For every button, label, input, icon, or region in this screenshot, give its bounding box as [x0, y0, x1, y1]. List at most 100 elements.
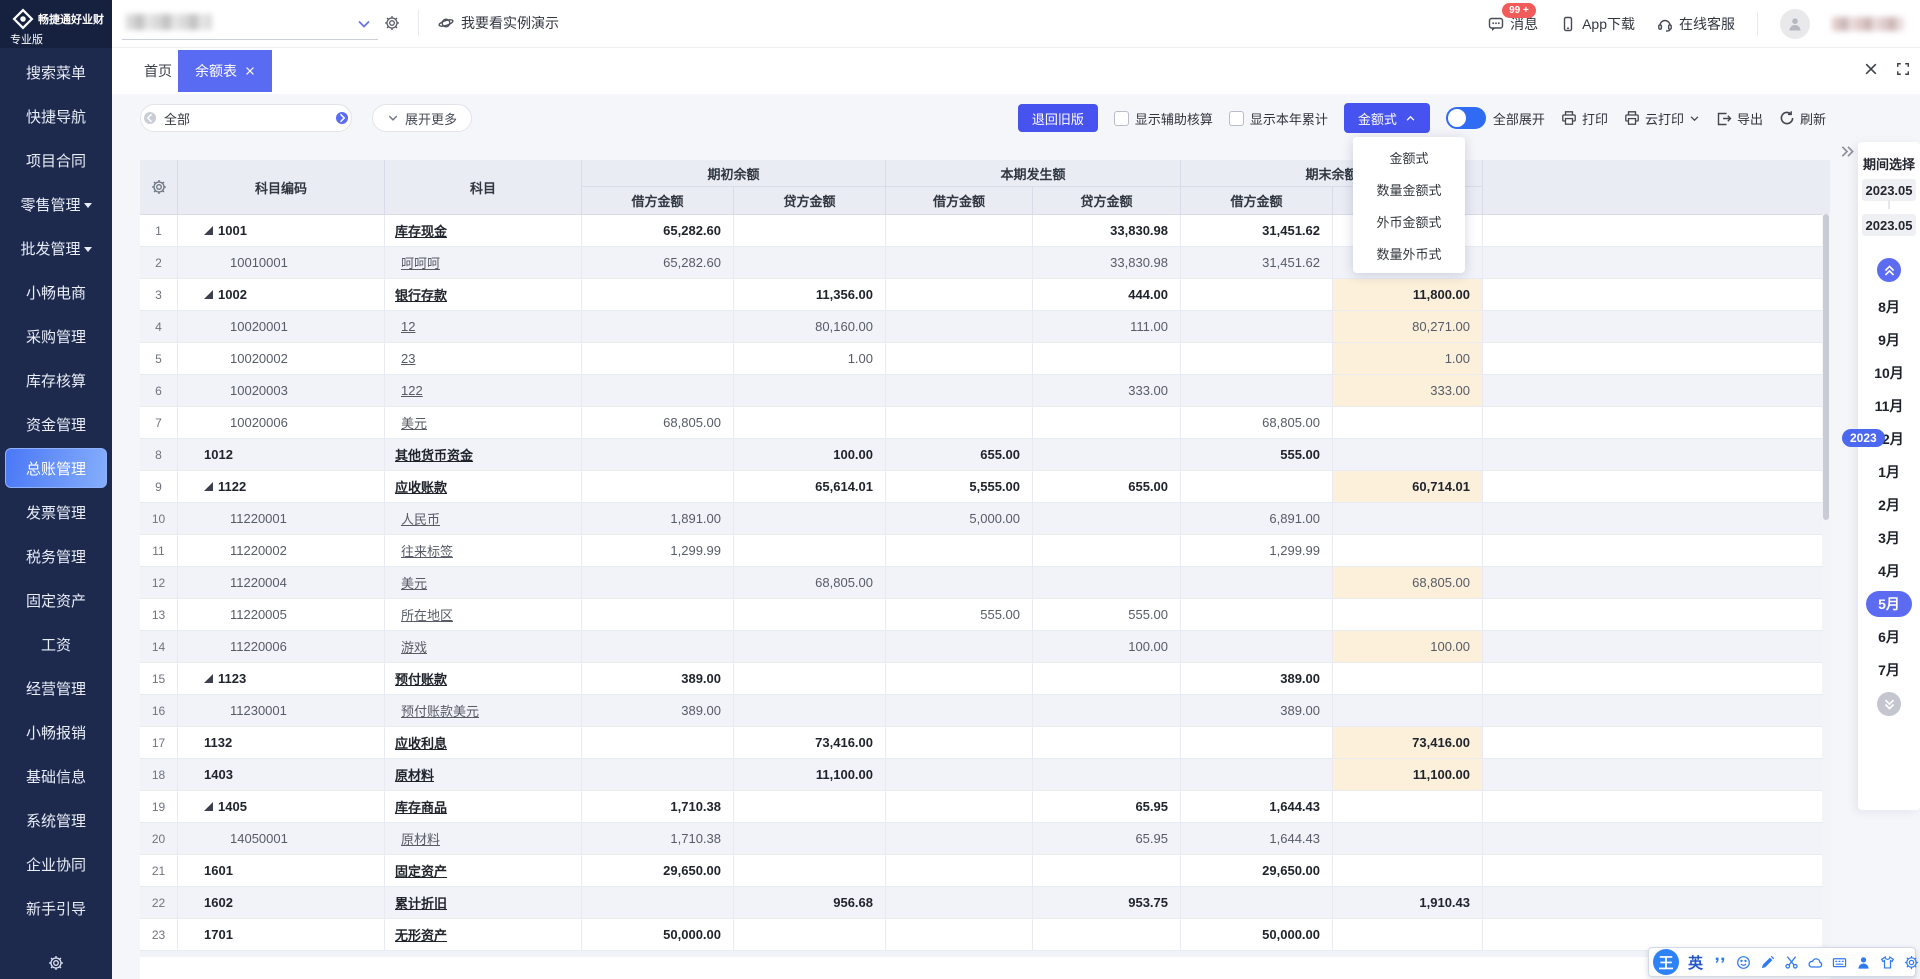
account-link[interactable]: 人民币: [401, 509, 440, 528]
company-selector[interactable]: [122, 8, 378, 40]
back-to-old-button[interactable]: 退回旧版: [1017, 104, 1098, 132]
demo-link[interactable]: 我要看实例演示: [438, 13, 559, 33]
sidebar-item-7[interactable]: 库存核算: [0, 358, 112, 402]
sidebar-item-17[interactable]: 系统管理: [0, 798, 112, 842]
checkbox-icon[interactable]: [1228, 110, 1244, 126]
account-link[interactable]: 原材料: [401, 829, 440, 848]
sidebar-item-5[interactable]: 小畅电商: [0, 270, 112, 314]
collapse-panel-icon[interactable]: [1840, 144, 1855, 159]
sidebar-item-12[interactable]: 固定资产: [0, 578, 112, 622]
account-link[interactable]: 游戏: [401, 637, 427, 656]
month-item-2月[interactable]: 2月: [1858, 488, 1920, 521]
show-ytd-checkbox[interactable]: 显示本年累计: [1228, 109, 1328, 128]
cloud-icon[interactable]: [1808, 955, 1823, 970]
format-menu-item-1[interactable]: 数量金额式: [1353, 173, 1465, 205]
close-all-icon[interactable]: [1864, 62, 1878, 76]
format-menu-item-0[interactable]: 金额式: [1353, 141, 1465, 173]
collapse-triangle-icon[interactable]: [204, 482, 213, 491]
account-link[interactable]: 无形资产: [395, 925, 447, 944]
cut-icon[interactable]: [1784, 955, 1799, 970]
settings-icon[interactable]: [1904, 955, 1919, 970]
scrollbar-thumb[interactable]: [1823, 214, 1829, 520]
scope-selector[interactable]: 全部: [140, 104, 352, 132]
period-to[interactable]: 2023.05: [1862, 214, 1916, 236]
month-item-10月[interactable]: 10月: [1858, 356, 1920, 389]
sidebar-item-13[interactable]: 工资: [0, 622, 112, 666]
ime-language-toggle[interactable]: 英: [1688, 952, 1703, 973]
handwriting-icon[interactable]: [1760, 955, 1775, 970]
format-menu-item-3[interactable]: 数量外币式: [1353, 237, 1465, 269]
account-link[interactable]: 美元: [401, 573, 427, 592]
month-item-7月[interactable]: 7月: [1858, 653, 1920, 686]
account-link[interactable]: 呵呵呵: [401, 253, 440, 272]
month-item-4月[interactable]: 4月: [1858, 554, 1920, 587]
emoji-icon[interactable]: [1736, 955, 1751, 970]
tab-close-icon[interactable]: [245, 66, 255, 76]
scroll-months-up-button[interactable]: [1877, 258, 1901, 282]
messages-button[interactable]: 消息 99 +: [1488, 3, 1538, 34]
account-link[interactable]: 其他货币资金: [395, 445, 473, 464]
account-link[interactable]: 预付账款: [395, 669, 447, 688]
sidebar-settings-gear-icon[interactable]: [0, 955, 112, 971]
sidebar-item-4[interactable]: 批发管理: [0, 226, 112, 270]
month-item-9月[interactable]: 9月: [1858, 323, 1920, 356]
sidebar-item-8[interactable]: 资金管理: [0, 402, 112, 446]
export-button[interactable]: 导出: [1716, 109, 1763, 128]
account-link[interactable]: 累计折旧: [395, 893, 447, 912]
skin-icon[interactable]: [1880, 955, 1895, 970]
account-link[interactable]: 应收利息: [395, 733, 447, 752]
account-link[interactable]: 应收账款: [395, 477, 447, 496]
sidebar-item-0[interactable]: 搜索菜单: [0, 50, 112, 94]
sidebar-item-9[interactable]: 总账管理: [5, 448, 107, 488]
toggle-switch[interactable]: [1445, 107, 1486, 129]
month-item-5月[interactable]: 5月: [1858, 587, 1920, 620]
sidebar-item-19[interactable]: 新手引导: [0, 886, 112, 930]
sidebar-item-16[interactable]: 基础信息: [0, 754, 112, 798]
sidebar-item-6[interactable]: 采购管理: [0, 314, 112, 358]
settings-gear-icon[interactable]: [384, 15, 400, 31]
collapse-triangle-icon[interactable]: [204, 290, 213, 299]
account-link[interactable]: 银行存款: [395, 285, 447, 304]
account-link[interactable]: 原材料: [395, 765, 434, 784]
expand-all-toggle[interactable]: 全部展开: [1445, 107, 1545, 129]
month-item-1月[interactable]: 1月: [1858, 455, 1920, 488]
refresh-button[interactable]: 刷新: [1779, 109, 1826, 128]
column-settings-gear-icon[interactable]: [151, 179, 167, 195]
keyboard-icon[interactable]: [1832, 955, 1847, 970]
checkbox-icon[interactable]: [1113, 110, 1129, 126]
chevron-right-icon[interactable]: [336, 112, 348, 124]
collapse-triangle-icon[interactable]: [204, 674, 213, 683]
expand-more-button[interactable]: 展开更多: [372, 104, 473, 132]
account-icon[interactable]: [1856, 955, 1871, 970]
sidebar-item-1[interactable]: 快捷导航: [0, 94, 112, 138]
month-item-11月[interactable]: 11月: [1858, 389, 1920, 422]
account-link[interactable]: 库存商品: [395, 797, 447, 816]
cloud-print-button[interactable]: 云打印: [1624, 109, 1700, 128]
sidebar-item-14[interactable]: 经营管理: [0, 666, 112, 710]
account-link[interactable]: 预付账款美元: [401, 701, 479, 720]
account-link[interactable]: 库存现金: [395, 221, 447, 240]
online-service-button[interactable]: 在线客服: [1657, 14, 1735, 34]
sidebar-item-10[interactable]: 发票管理: [0, 490, 112, 534]
fullscreen-icon[interactable]: [1896, 62, 1910, 76]
table-scrollbar[interactable]: [1822, 214, 1830, 950]
period-from[interactable]: 2023.05: [1862, 179, 1916, 201]
account-link[interactable]: 美元: [401, 413, 427, 432]
sidebar-item-3[interactable]: 零售管理: [0, 182, 112, 226]
sidebar-item-11[interactable]: 税务管理: [0, 534, 112, 578]
format-menu-item-2[interactable]: 外币金额式: [1353, 205, 1465, 237]
account-link[interactable]: 23: [401, 351, 415, 366]
collapse-triangle-icon[interactable]: [204, 802, 213, 811]
collapse-triangle-icon[interactable]: [204, 226, 213, 235]
month-item-8月[interactable]: 8月: [1858, 290, 1920, 323]
sidebar-item-18[interactable]: 企业协同: [0, 842, 112, 886]
avatar[interactable]: [1780, 9, 1810, 39]
format-dropdown-button[interactable]: 金额式: [1343, 103, 1430, 133]
month-item-6月[interactable]: 6月: [1858, 620, 1920, 653]
month-item-3月[interactable]: 3月: [1858, 521, 1920, 554]
app-download-button[interactable]: App下载: [1560, 14, 1635, 34]
account-link[interactable]: 122: [401, 383, 423, 398]
account-link[interactable]: 固定资产: [395, 861, 447, 880]
sidebar-item-2[interactable]: 项目合同: [0, 138, 112, 182]
show-aux-checkbox[interactable]: 显示辅助核算: [1113, 109, 1213, 128]
